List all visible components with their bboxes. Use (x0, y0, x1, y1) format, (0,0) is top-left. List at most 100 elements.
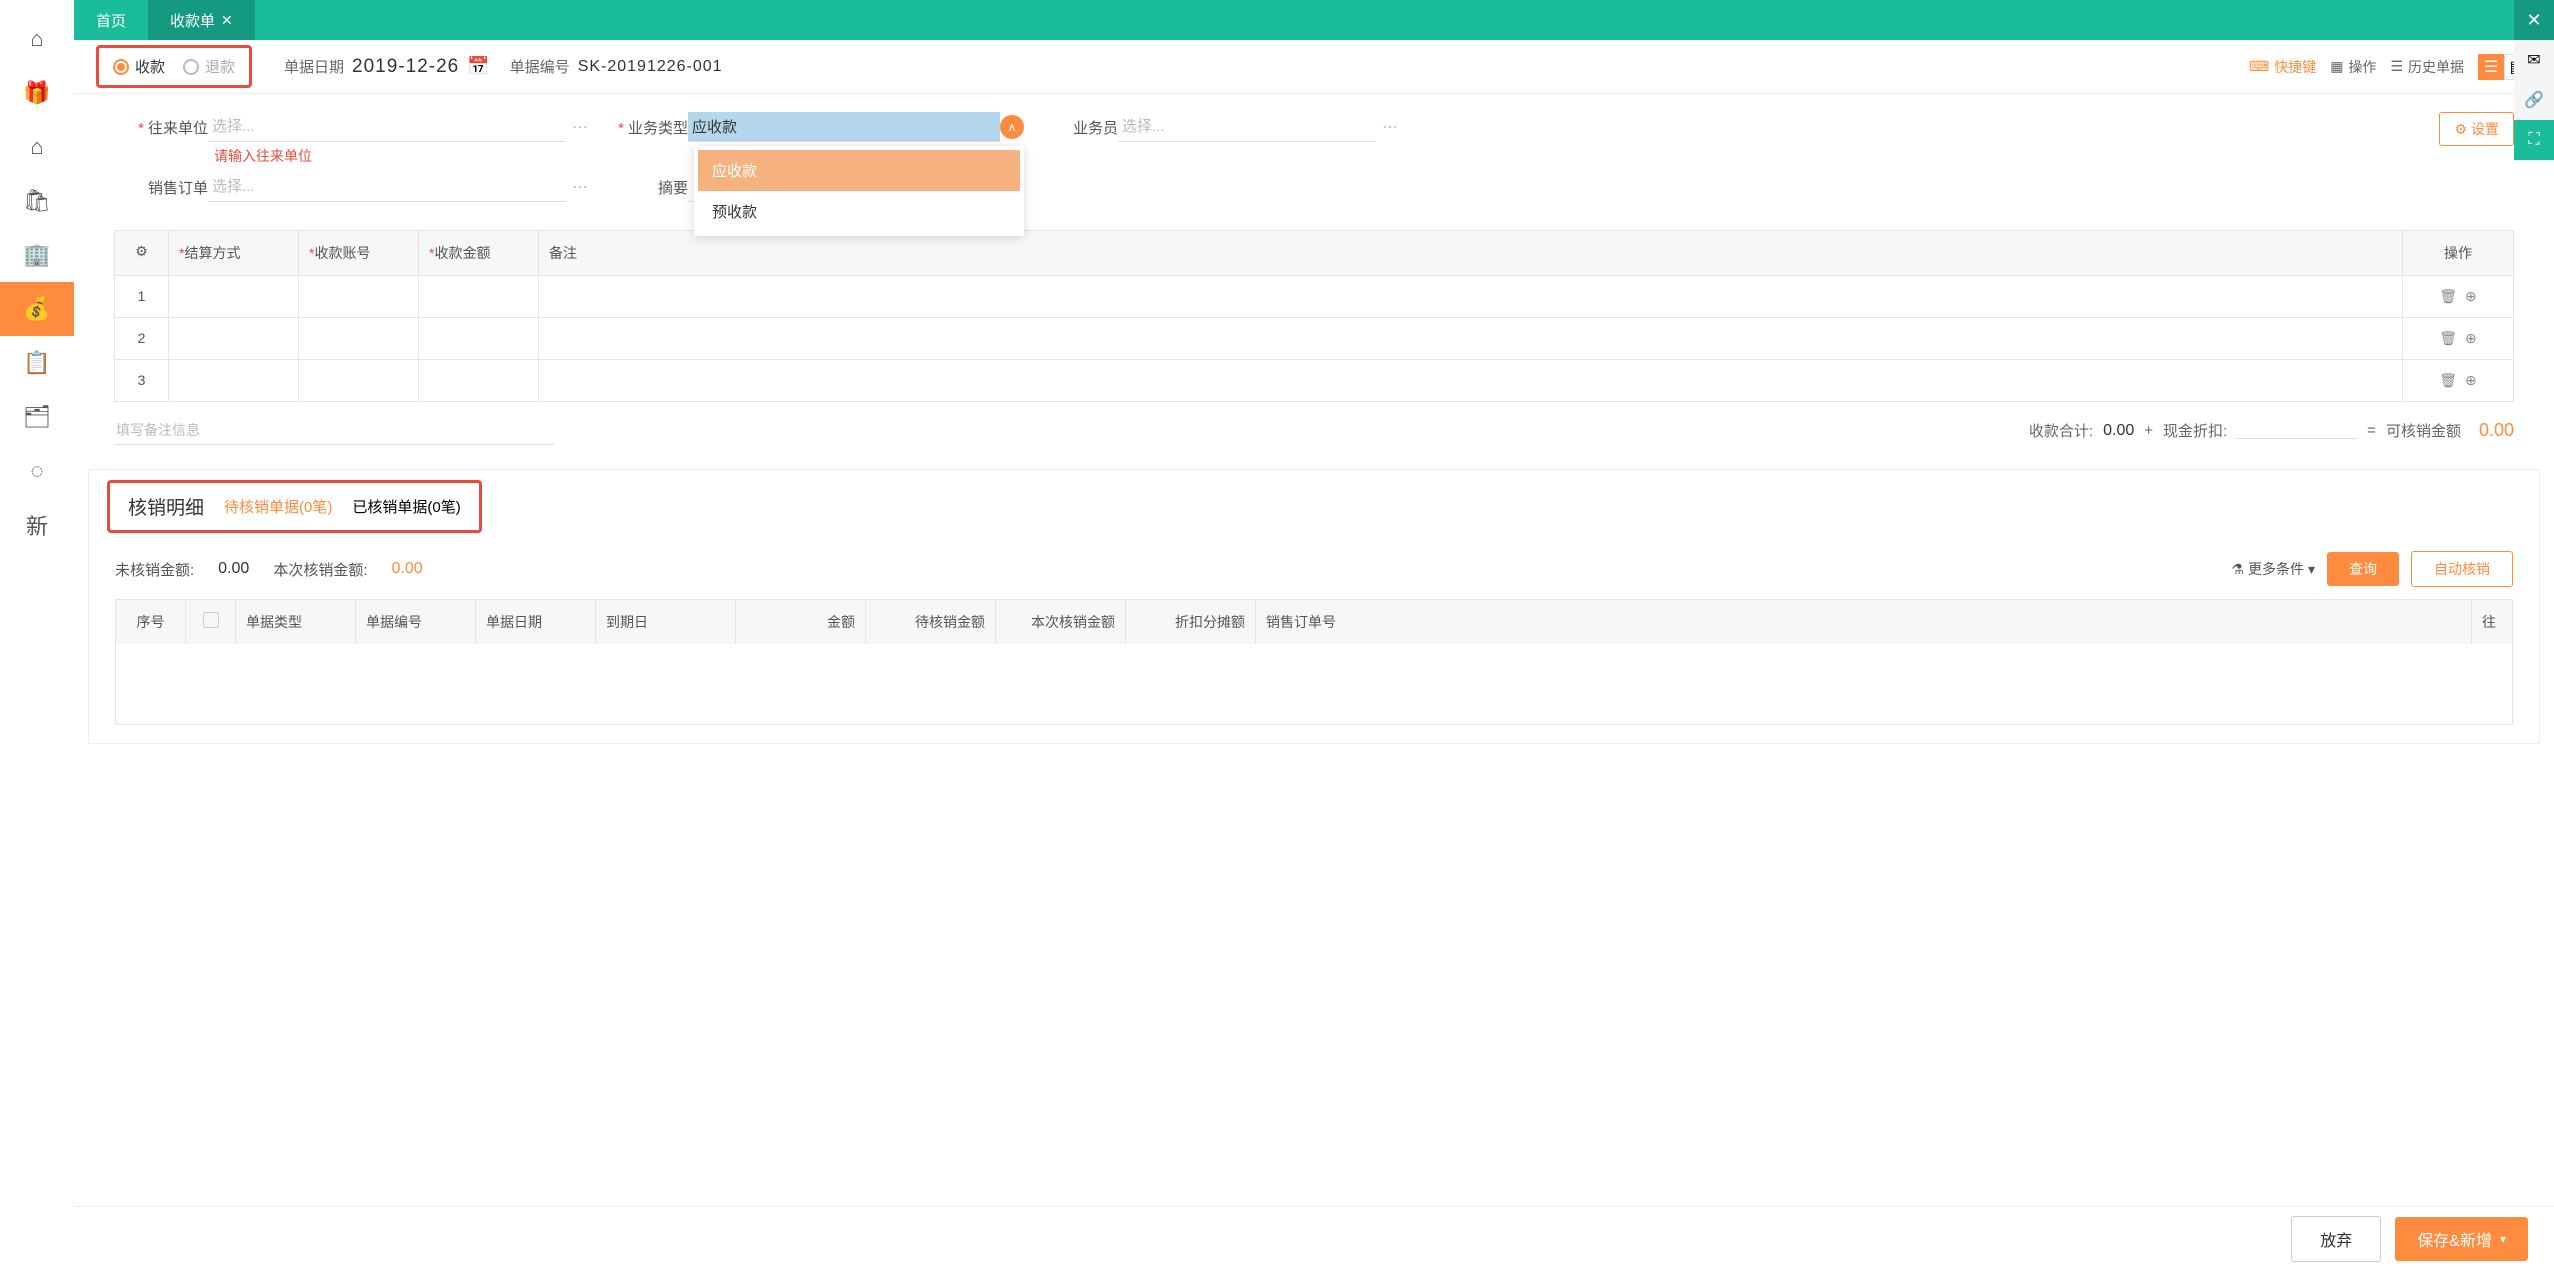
more-icon[interactable]: ⋯ (1376, 117, 1404, 137)
vcol-seq: 序号 (116, 600, 186, 644)
biztype-select[interactable]: 应收款 (688, 112, 1000, 142)
salesman-field: 业务员 ⋯ (1024, 112, 1404, 142)
delete-icon[interactable]: 🗑 (2439, 372, 2457, 388)
table-row[interactable]: 3 🗑⊕ (115, 360, 2513, 401)
partner-error: 请输入往来单位 (214, 146, 312, 166)
verification-title: 核销明细 (128, 493, 204, 520)
delete-icon[interactable]: 🗑 (2439, 288, 2457, 304)
toolbar: 收款 退款 单据日期 2019-12-26 📅 单据编号 SK-20191226… (74, 40, 2554, 94)
dropdown-opt-receivable[interactable]: 应收款 (698, 150, 1020, 191)
date-value[interactable]: 2019-12-26 (352, 56, 459, 78)
tab-home[interactable]: 首页 (74, 0, 148, 40)
writeoff-label: 可核销金额 (2386, 420, 2461, 441)
footer: 放弃 保存&新增▾ (74, 1206, 2554, 1270)
table-row[interactable]: 1 🗑⊕ (115, 276, 2513, 318)
vcol-check[interactable] (186, 600, 236, 644)
table-row[interactable]: 2 🗑⊕ (115, 318, 2513, 360)
checkbox-icon[interactable] (203, 612, 219, 628)
nav-gift[interactable]: 🎁 (0, 66, 74, 120)
order-input[interactable] (208, 172, 566, 202)
delete-icon[interactable]: 🗑 (2439, 330, 2457, 346)
right-nav-mail[interactable]: ✉ (2514, 40, 2554, 80)
loading-icon: ◌ (30, 458, 43, 484)
nav-clipboard[interactable]: 📋 (0, 336, 74, 390)
more-conditions[interactable]: ⚗更多条件▾ (2231, 559, 2315, 579)
more-icon[interactable]: ⋯ (566, 117, 594, 137)
date-label: 单据日期 (284, 56, 344, 77)
right-nav-expand[interactable]: ⛶ (2514, 120, 2554, 160)
vcol-order: 销售订单号 (1256, 600, 2472, 644)
close-all-tabs[interactable]: ✕ (2514, 0, 2554, 40)
auto-verify-button[interactable]: 自动核销 (2411, 551, 2513, 587)
view-list-btn[interactable]: ☰ (2478, 54, 2504, 80)
expand-icon: ⛶ (2528, 131, 2539, 149)
vcol-date: 单据日期 (476, 600, 596, 644)
vcol-discount: 折扣分摊额 (1126, 600, 1256, 644)
link-icon: 🔗 (2524, 90, 2544, 110)
gift-icon: 🎁 (23, 80, 50, 106)
calendar-icon[interactable]: 📅 (467, 56, 489, 77)
operate-link[interactable]: ▦操作 (2330, 57, 2376, 77)
summary-label: 摘要 (658, 180, 688, 197)
add-icon[interactable]: ⊕ (2465, 372, 2477, 388)
history-link[interactable]: ☰历史单据 (2390, 57, 2464, 77)
tab-receipt-label: 收款单 (170, 10, 215, 31)
more-icon[interactable]: ⋯ (566, 177, 594, 197)
settings-button[interactable]: ⚙设置 (2439, 112, 2514, 146)
save-button[interactable]: 保存&新增▾ (2395, 1217, 2528, 1261)
right-nav-link[interactable]: 🔗 (2514, 80, 2554, 120)
shortcut-link[interactable]: ⌨快捷键 (2249, 57, 2316, 77)
sum-value: 0.00 (2103, 422, 2134, 440)
tab-pending[interactable]: 待核销单据(0笔) (224, 496, 332, 517)
radio-shoukuan[interactable]: 收款 (113, 56, 165, 77)
verification-header: 核销明细 待核销单据(0笔) 已核销单据(0笔) (107, 480, 482, 533)
radio-tuikuan[interactable]: 退款 (183, 56, 235, 77)
verification-table-body (116, 644, 2512, 724)
bag-icon: 🛍 (23, 188, 51, 214)
clipboard-icon: 📋 (23, 350, 50, 376)
grid-icon: ▦ (2330, 58, 2343, 75)
discount-input[interactable] (2237, 423, 2357, 439)
dropdown-opt-prepaid[interactable]: 预收款 (698, 191, 1020, 232)
biztype-dropdown: 应收款 预收款 (694, 146, 1024, 236)
vcol-pending: 待核销金额 (866, 600, 996, 644)
code-label: 单据编号 (510, 56, 570, 77)
sum-label: 收款合计: (2029, 420, 2093, 441)
nav-loading[interactable]: ◌ (0, 444, 74, 498)
add-icon[interactable]: ⊕ (2465, 288, 2477, 304)
discard-button[interactable]: 放弃 (2291, 1216, 2381, 1262)
nav-bag[interactable]: 🛍 (0, 174, 74, 228)
order-field: 销售订单 ⋯ (114, 172, 594, 202)
close-icon[interactable]: ✕ (221, 12, 233, 29)
right-sidebar: ✉ 🔗 ⛶ (2514, 40, 2554, 160)
building-icon: 🏢 (23, 242, 50, 268)
gear-icon: ⚙ (2454, 121, 2467, 138)
chevron-up-icon[interactable]: ∧ (1000, 115, 1024, 139)
partner-input[interactable] (208, 112, 566, 142)
nav-building[interactable]: 🏢 (0, 228, 74, 282)
nav-price-house[interactable]: ⌂ (0, 120, 74, 174)
col-settle-method: *结算方式 (169, 231, 299, 275)
type-radio-group: 收款 退款 (96, 45, 252, 88)
card-icon: 🗂 (23, 404, 51, 430)
unwriteoff-value: 0.00 (218, 560, 249, 578)
writeoff-value: 0.00 (2479, 420, 2514, 441)
add-icon[interactable]: ⊕ (2465, 330, 2477, 346)
vcol-code: 单据编号 (356, 600, 476, 644)
tab-receipt[interactable]: 收款单 ✕ (148, 0, 255, 40)
gear-icon[interactable]: ⚙ (115, 231, 169, 275)
biztype-field: *业务类型 应收款 ∧ 应收款 预收款 (594, 112, 1024, 142)
query-button[interactable]: 查询 (2327, 552, 2399, 586)
nav-home[interactable]: ⌂ (0, 12, 74, 66)
salesman-label: 业务员 (1073, 120, 1118, 137)
tab-done[interactable]: 已核销单据(0笔) (352, 496, 460, 517)
salesman-input[interactable] (1118, 112, 1376, 142)
nav-new[interactable]: 新 (0, 498, 74, 552)
nav-money[interactable]: 💰 (0, 282, 74, 336)
code-value: SK-20191226-001 (578, 58, 723, 76)
chevron-down-icon: ▾ (2500, 1232, 2506, 1246)
totals-row: 收款合计: 0.00 + 现金折扣: = 可核销金额 0.00 (74, 402, 2554, 459)
note-input[interactable] (114, 416, 554, 445)
verification-section: 核销明细 待核销单据(0笔) 已核销单据(0笔) 未核销金额: 0.00 本次核… (88, 469, 2540, 744)
nav-card[interactable]: 🗂 (0, 390, 74, 444)
